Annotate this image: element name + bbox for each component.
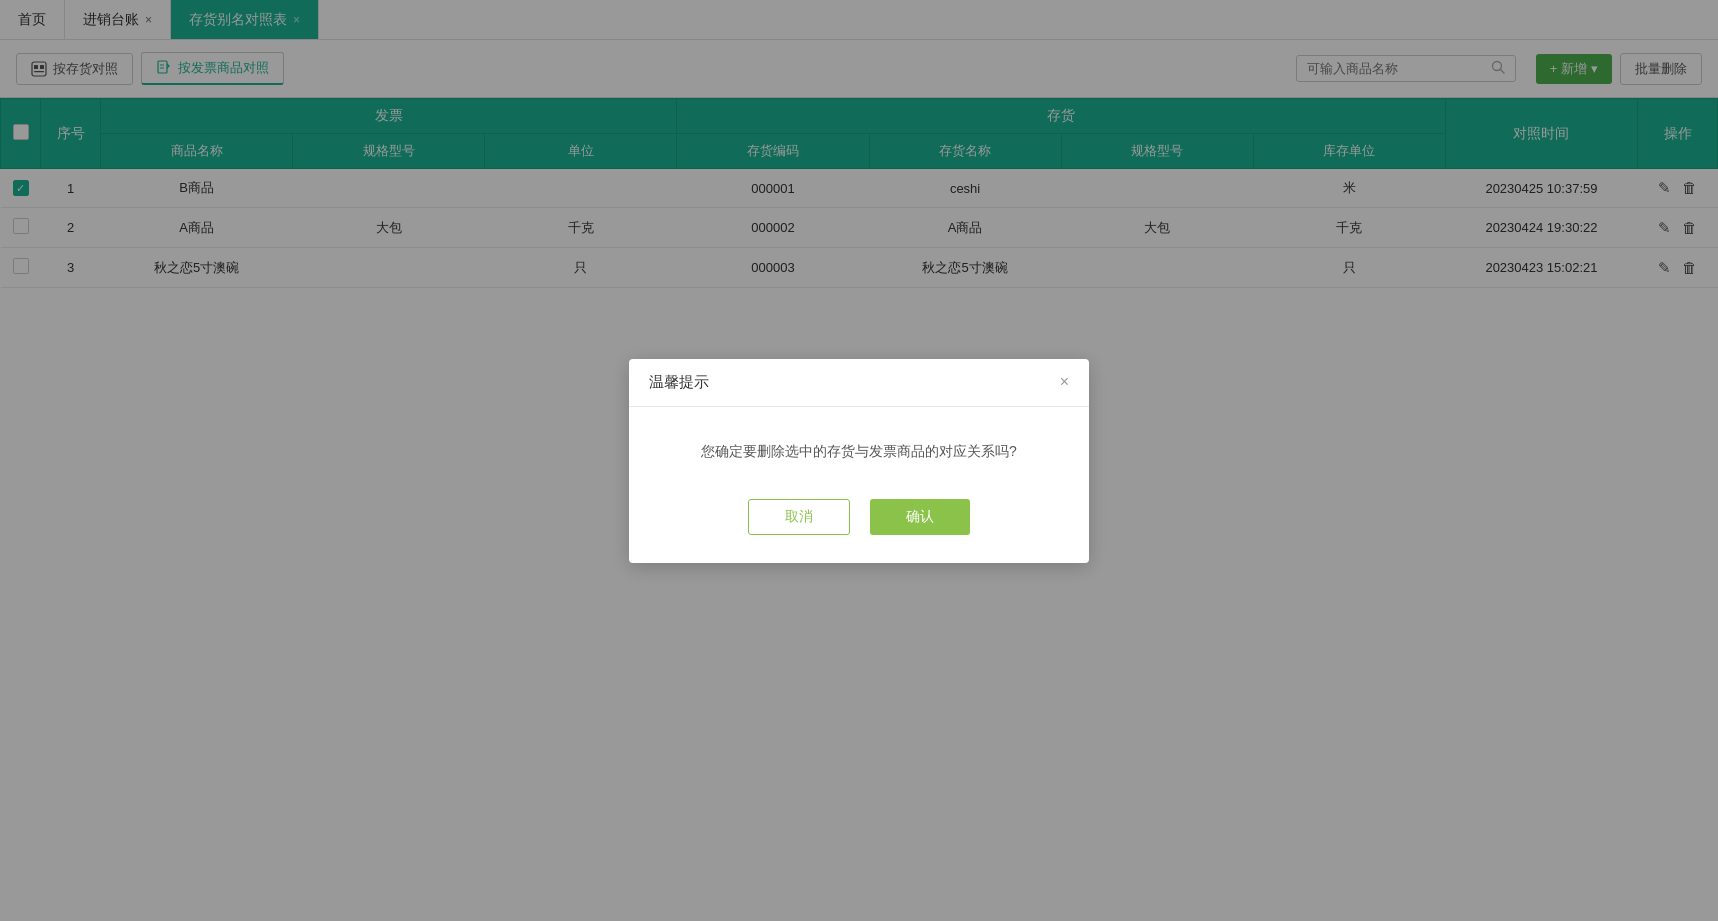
dialog-body: 您确定要删除选中的存货与发票商品的对应关系吗? <box>629 407 1089 489</box>
dialog-footer: 取消 确认 <box>629 489 1089 563</box>
dialog-overlay: 温馨提示 × 您确定要删除选中的存货与发票商品的对应关系吗? 取消 确认 <box>0 0 1718 921</box>
confirm-dialog: 温馨提示 × 您确定要删除选中的存货与发票商品的对应关系吗? 取消 确认 <box>629 359 1089 563</box>
dialog-message: 您确定要删除选中的存货与发票商品的对应关系吗? <box>701 443 1017 459</box>
cancel-button[interactable]: 取消 <box>748 499 850 535</box>
dialog-close-button[interactable]: × <box>1060 374 1069 390</box>
dialog-header: 温馨提示 × <box>629 359 1089 407</box>
confirm-button[interactable]: 确认 <box>870 499 970 535</box>
dialog-title: 温馨提示 <box>649 373 709 392</box>
